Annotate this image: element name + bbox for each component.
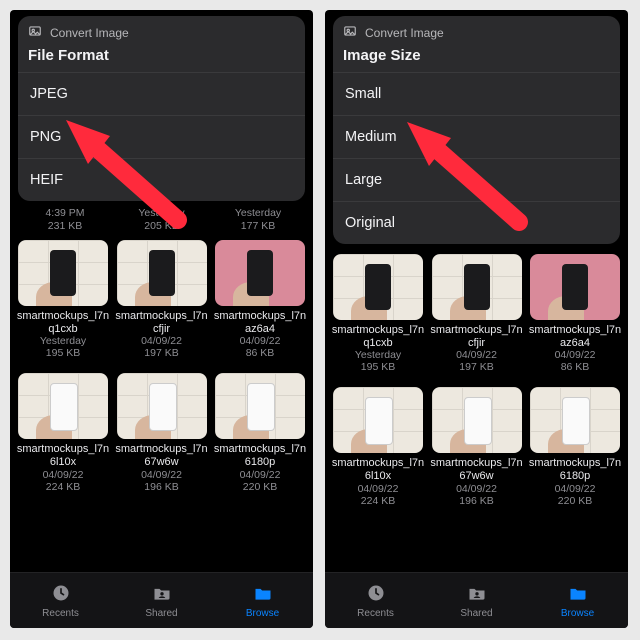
thumbnail (117, 240, 207, 306)
thumbnail (333, 387, 423, 453)
size-option-original[interactable]: Original (333, 201, 620, 244)
thumbnail (215, 373, 305, 439)
size-option-medium[interactable]: Medium (333, 115, 620, 158)
file-item[interactable]: smartmockups_l7nq1cxb Yesterday 195 KB (331, 254, 425, 373)
file-item[interactable]: smartmockups_l7n6180p 04/09/22 220 KB (528, 387, 622, 506)
folder-person-icon (151, 583, 173, 606)
tab-browse[interactable]: Browse (212, 573, 313, 628)
sheet-back-label: Convert Image (365, 26, 444, 40)
tab-label: Shared (460, 608, 492, 619)
sheet-back-label: Convert Image (50, 26, 129, 40)
tab-label: Recents (357, 608, 394, 619)
convert-image-icon (343, 24, 357, 41)
tab-label: Browse (561, 608, 594, 619)
convert-image-icon (28, 24, 42, 41)
thumbnail (530, 387, 620, 453)
folder-icon (252, 583, 274, 606)
thumbnail (333, 254, 423, 320)
tab-shared[interactable]: Shared (111, 573, 212, 628)
folder-person-icon (466, 583, 488, 606)
thumbnail (530, 254, 620, 320)
format-option-jpeg[interactable]: JPEG (18, 72, 305, 115)
size-option-large[interactable]: Large (333, 158, 620, 201)
tab-label: Shared (145, 608, 177, 619)
file-item[interactable]: smartmockups_l7naz6a4 04/09/22 86 KB (528, 254, 622, 373)
tab-browse[interactable]: Browse (527, 573, 628, 628)
file-meta: Yesterday 177 KB (211, 207, 305, 232)
convert-image-sheet: Convert Image File Format JPEG PNG HEIF (18, 16, 305, 201)
sheet-back-link[interactable]: Convert Image (333, 16, 620, 45)
clock-icon (50, 583, 72, 606)
tab-recents[interactable]: Recents (325, 573, 426, 628)
thumbnail (18, 240, 108, 306)
file-item[interactable]: smartmockups_l7ncfjir 04/09/22 197 KB (115, 240, 209, 359)
thumbnail (432, 387, 522, 453)
file-item[interactable]: smartmockups_l7ncfjir 04/09/22 197 KB (430, 254, 524, 373)
tab-label: Browse (246, 608, 279, 619)
convert-image-sheet: Convert Image Image Size Small Medium La… (333, 16, 620, 244)
format-option-heif[interactable]: HEIF (18, 158, 305, 201)
thumbnail (215, 240, 305, 306)
tab-label: Recents (42, 608, 79, 619)
file-item[interactable]: smartmockups_l7naz6a4 04/09/22 86 KB (213, 240, 307, 359)
tab-bar: Recents Shared Browse (10, 572, 313, 628)
thumbnail (18, 373, 108, 439)
sheet-title: File Format (18, 45, 305, 72)
file-item[interactable]: smartmockups_l7nq1cxb Yesterday 195 KB (16, 240, 110, 359)
format-options-list: JPEG PNG HEIF (18, 72, 305, 201)
folder-icon (567, 583, 589, 606)
size-options-list: Small Medium Large Original (333, 72, 620, 244)
file-item[interactable]: smartmockups_l7n6180p 04/09/22 220 KB (213, 373, 307, 492)
tab-bar: Recents Shared Browse (325, 572, 628, 628)
thumbnail (432, 254, 522, 320)
sheet-title: Image Size (333, 45, 620, 72)
file-item[interactable]: smartmockups_l7n6l10x 04/09/22 224 KB (16, 373, 110, 492)
sheet-back-link[interactable]: Convert Image (18, 16, 305, 45)
phone-left: Convert Image File Format JPEG PNG HEIF … (10, 10, 313, 628)
tab-shared[interactable]: Shared (426, 573, 527, 628)
file-meta: Yesterday 205 KB (115, 207, 209, 232)
file-meta: 4:39 PM 231 KB (18, 207, 112, 232)
tab-recents[interactable]: Recents (10, 573, 111, 628)
file-item[interactable]: smartmockups_l7n67w6w 04/09/22 196 KB (430, 387, 524, 506)
format-option-png[interactable]: PNG (18, 115, 305, 158)
thumbnail (117, 373, 207, 439)
clock-icon (365, 583, 387, 606)
phone-right: Convert Image Image Size Small Medium La… (325, 10, 628, 628)
file-item[interactable]: smartmockups_l7n6l10x 04/09/22 224 KB (331, 387, 425, 506)
size-option-small[interactable]: Small (333, 72, 620, 115)
file-item[interactable]: smartmockups_l7n67w6w 04/09/22 196 KB (115, 373, 209, 492)
